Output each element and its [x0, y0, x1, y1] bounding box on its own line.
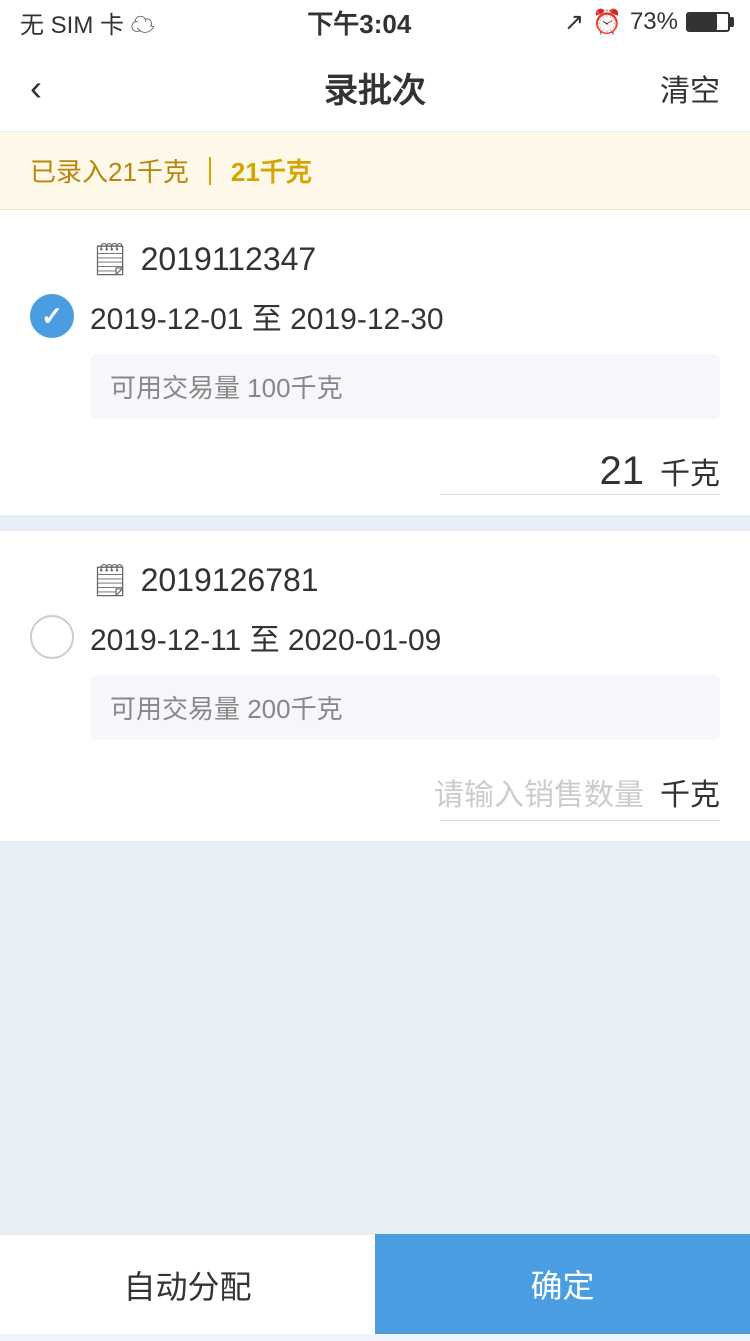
status-right: ↗ ⏰ 73%	[564, 8, 730, 37]
quantity-unit-1: 千克	[660, 449, 720, 493]
batch-card-2: 🗒 2019126781 2019-12-11 至 2020-01-09 可用交…	[0, 531, 750, 841]
batch-id-1: 2019112347	[141, 241, 317, 278]
card-bottom-pad-2	[0, 821, 750, 841]
radio-1[interactable]: ✓	[30, 294, 74, 338]
radio-2[interactable]	[30, 615, 74, 659]
input-placeholder-2: 请输入销售数量	[434, 770, 644, 814]
batch-avail-row-1: 可用交易量 100千克	[90, 354, 720, 419]
batch-id-row-1: 🗒 2019112347	[30, 240, 720, 278]
batch-date-row-1[interactable]: ✓ 2019-12-01 至 2019-12-30	[30, 294, 720, 338]
nav-bar: ‹ 录批次 清空	[0, 44, 750, 132]
section-divider	[0, 515, 750, 531]
batch-avail-row-2: 可用交易量 200千克	[90, 675, 720, 740]
batch-doc-icon-1: 🗒	[90, 240, 131, 278]
status-time: 下午3:04	[307, 4, 411, 41]
back-button[interactable]: ‹	[30, 67, 90, 109]
check-icon-1: ✓	[41, 301, 63, 332]
batch-date-1: 2019-12-01 至 2019-12-30	[90, 294, 444, 338]
location-icon: ↗	[564, 8, 584, 37]
recorded-label: 已录入21千克	[30, 152, 189, 189]
bottom-bar: 自动分配 确定	[0, 1234, 750, 1334]
batch-avail-text-1: 可用交易量 100千克	[110, 373, 343, 403]
status-left: 无 SIM 卡 ☁	[20, 5, 155, 40]
auto-distribute-button[interactable]: 自动分配	[0, 1234, 375, 1334]
confirm-button[interactable]: 确定	[375, 1234, 750, 1334]
batch-item-1: 🗒 2019112347 ✓ 2019-12-01 至 2019-12-30 可…	[0, 210, 750, 419]
batch-id-2: 2019126781	[141, 562, 319, 599]
status-bar: 无 SIM 卡 ☁ 下午3:04 ↗ ⏰ 73%	[0, 0, 750, 44]
battery-icon	[686, 12, 730, 32]
batch-date-row-2[interactable]: 2019-12-11 至 2020-01-09	[30, 615, 720, 659]
input-unit-2: 千克	[660, 770, 720, 814]
battery-percent: 73%	[630, 8, 678, 36]
quantity-row-1: 21 千克	[0, 439, 750, 494]
batch-item-2: 🗒 2019126781 2019-12-11 至 2020-01-09 可用交…	[0, 531, 750, 740]
alarm-icon: ⏰	[592, 8, 622, 37]
recorded-amount: 21千克	[231, 152, 312, 189]
clear-button[interactable]: 清空	[660, 66, 720, 110]
batch-doc-icon-2: 🗒	[90, 561, 131, 599]
card-bottom-pad-1	[0, 495, 750, 515]
sim-label: 无 SIM 卡 ☁	[20, 5, 155, 40]
batch-avail-text-2: 可用交易量 200千克	[110, 694, 343, 724]
quantity-value-1: 21	[600, 449, 645, 494]
batch-id-row-2: 🗒 2019126781	[30, 561, 720, 599]
info-divider	[209, 157, 211, 185]
input-row-2: 请输入销售数量 千克	[0, 760, 750, 814]
empty-area	[0, 841, 750, 1241]
page-title: 录批次	[324, 63, 426, 112]
batch-date-2: 2019-12-11 至 2020-01-09	[90, 615, 441, 659]
info-banner: 已录入21千克 21千克	[0, 132, 750, 210]
batch-card-1: 🗒 2019112347 ✓ 2019-12-01 至 2019-12-30 可…	[0, 210, 750, 515]
